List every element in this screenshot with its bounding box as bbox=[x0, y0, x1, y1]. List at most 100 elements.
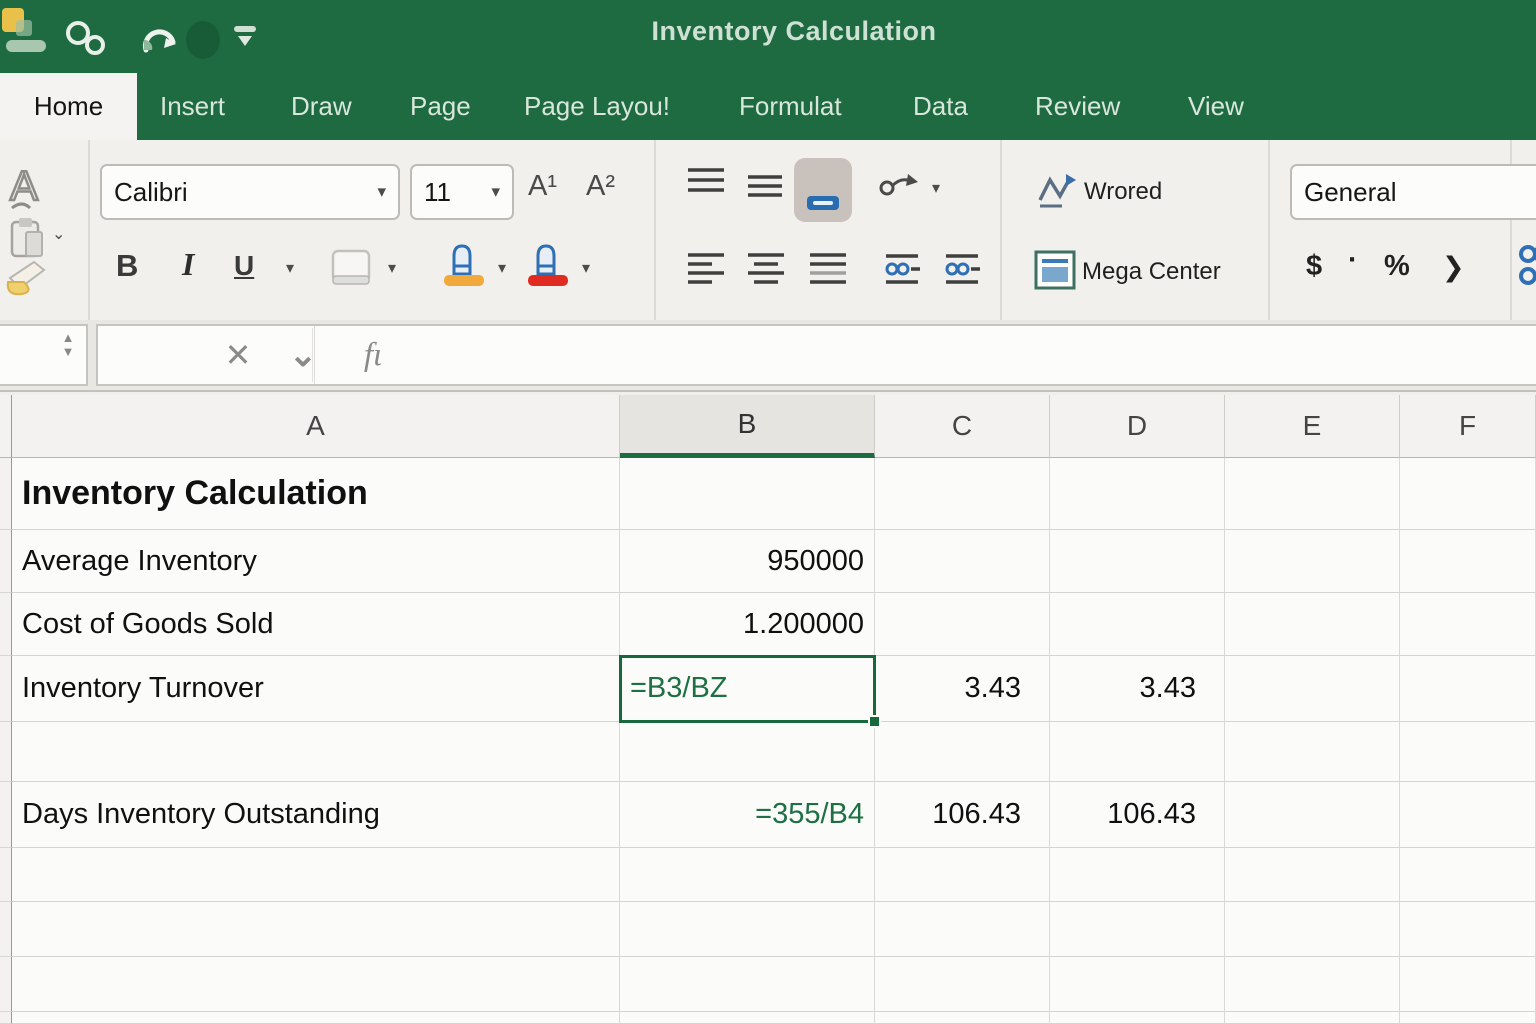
cancel-icon[interactable]: ✕ bbox=[208, 326, 268, 384]
merge-center-icon[interactable] bbox=[1034, 250, 1076, 290]
cell-E6[interactable] bbox=[1225, 782, 1400, 848]
column-header-C[interactable]: C bbox=[875, 395, 1050, 458]
tab-view[interactable]: View bbox=[1188, 73, 1244, 140]
cell-C2[interactable] bbox=[875, 530, 1050, 593]
row-header-2[interactable] bbox=[0, 530, 12, 593]
increase-indent-icon[interactable] bbox=[944, 252, 982, 288]
cell-B6[interactable]: =355/B4 bbox=[620, 782, 875, 848]
wrap-text-icon[interactable] bbox=[1036, 170, 1080, 210]
cell-E5[interactable] bbox=[1225, 722, 1400, 782]
name-box-spinner[interactable]: ▲ ▼ bbox=[58, 331, 78, 359]
row-header-5[interactable] bbox=[0, 722, 12, 782]
more-formats-icon[interactable]: ❯ bbox=[1442, 252, 1465, 283]
merge-center-label[interactable]: Mega Center bbox=[1082, 258, 1221, 286]
decrease-font-icon[interactable]: A² bbox=[586, 170, 615, 203]
align-right-icon[interactable] bbox=[808, 252, 848, 286]
styles-pen-icon[interactable]: A bbox=[8, 162, 52, 212]
cell-E7[interactable] bbox=[1225, 848, 1400, 902]
cell-A8[interactable] bbox=[12, 902, 620, 957]
cell-E2[interactable] bbox=[1225, 530, 1400, 593]
fill-color-icon[interactable] bbox=[440, 244, 490, 290]
tab-page-layou-[interactable]: Page Layou! bbox=[524, 73, 670, 140]
tab-review[interactable]: Review bbox=[1035, 73, 1120, 140]
enter-icon[interactable]: ⌄ bbox=[273, 326, 333, 384]
row-header-8[interactable] bbox=[0, 902, 12, 957]
cell-D9[interactable] bbox=[1050, 957, 1225, 1012]
cell-B2[interactable]: 950000 bbox=[620, 530, 875, 593]
bold-button[interactable]: B bbox=[116, 248, 138, 284]
cell-C9[interactable] bbox=[875, 957, 1050, 1012]
cell-C7[interactable] bbox=[875, 848, 1050, 902]
cell-C3[interactable] bbox=[875, 593, 1050, 656]
cell-B10[interactable] bbox=[620, 1012, 875, 1024]
cell-F7[interactable] bbox=[1400, 848, 1536, 902]
formula-input-area[interactable]: ✕ ⌄ fι bbox=[96, 324, 1536, 386]
increase-decimal-icon[interactable] bbox=[1518, 244, 1536, 288]
borders-icon[interactable] bbox=[330, 248, 372, 288]
italic-button[interactable]: I bbox=[182, 246, 194, 283]
cell-B5[interactable] bbox=[620, 722, 875, 782]
cell-D4[interactable]: 3.43 bbox=[1050, 656, 1225, 722]
cell-B9[interactable] bbox=[620, 957, 875, 1012]
cell-F8[interactable] bbox=[1400, 902, 1536, 957]
tab-home[interactable]: Home bbox=[0, 73, 137, 140]
select-all-corner[interactable] bbox=[0, 395, 12, 458]
column-header-D[interactable]: D bbox=[1050, 395, 1225, 458]
cell-B7[interactable] bbox=[620, 848, 875, 902]
align-middle-icon[interactable] bbox=[746, 174, 784, 202]
cell-F4[interactable] bbox=[1400, 656, 1536, 722]
cell-A4[interactable]: Inventory Turnover bbox=[12, 656, 620, 722]
align-left-icon[interactable] bbox=[686, 252, 726, 286]
cell-A2[interactable]: Average Inventory bbox=[12, 530, 620, 593]
cell-A7[interactable] bbox=[12, 848, 620, 902]
tab-data[interactable]: Data bbox=[913, 73, 968, 140]
cell-D1[interactable] bbox=[1050, 458, 1225, 530]
underline-button[interactable]: U bbox=[234, 250, 254, 282]
row-header-7[interactable] bbox=[0, 848, 12, 902]
tab-page[interactable]: Page bbox=[410, 73, 471, 140]
orientation-icon[interactable] bbox=[878, 170, 922, 200]
cell-C10[interactable] bbox=[875, 1012, 1050, 1024]
cell-E9[interactable] bbox=[1225, 957, 1400, 1012]
cell-A5[interactable] bbox=[12, 722, 620, 782]
cell-D5[interactable] bbox=[1050, 722, 1225, 782]
cell-A9[interactable] bbox=[12, 957, 620, 1012]
row-header-3[interactable] bbox=[0, 593, 12, 656]
cell-B8[interactable] bbox=[620, 902, 875, 957]
fill-handle[interactable] bbox=[868, 715, 881, 728]
tab-draw[interactable]: Draw bbox=[291, 73, 352, 140]
cell-E10[interactable] bbox=[1225, 1012, 1400, 1024]
font-size-select[interactable]: 11 ▾ bbox=[410, 164, 514, 220]
name-box[interactable]: ▲ ▼ bbox=[0, 324, 88, 386]
font-color-dropdown-icon[interactable]: ▾ bbox=[582, 258, 590, 278]
cell-F1[interactable] bbox=[1400, 458, 1536, 530]
cell-D6[interactable]: 106.43 bbox=[1050, 782, 1225, 848]
cell-D3[interactable] bbox=[1050, 593, 1225, 656]
row-header-10[interactable] bbox=[0, 1012, 12, 1024]
cell-F6[interactable] bbox=[1400, 782, 1536, 848]
cell-D7[interactable] bbox=[1050, 848, 1225, 902]
align-bottom-button-selected[interactable] bbox=[794, 158, 852, 222]
insert-function-icon[interactable]: fι bbox=[340, 326, 406, 384]
row-header-9[interactable] bbox=[0, 957, 12, 1012]
row-header-4[interactable] bbox=[0, 656, 12, 722]
cell-E8[interactable] bbox=[1225, 902, 1400, 957]
column-header-B[interactable]: B bbox=[620, 395, 875, 458]
column-header-A[interactable]: A bbox=[12, 395, 620, 458]
currency-format-icon[interactable]: $ bbox=[1306, 250, 1322, 283]
underline-dropdown-icon[interactable]: ▾ bbox=[286, 258, 294, 278]
cell-F3[interactable] bbox=[1400, 593, 1536, 656]
row-header-6[interactable] bbox=[0, 782, 12, 848]
tab-formulat[interactable]: Formulat bbox=[739, 73, 842, 140]
cell-C4[interactable]: 3.43 bbox=[875, 656, 1050, 722]
row-header-1[interactable] bbox=[0, 458, 12, 530]
borders-dropdown-icon[interactable]: ▾ bbox=[388, 258, 396, 278]
cell-B1[interactable] bbox=[620, 458, 875, 530]
cell-E3[interactable] bbox=[1225, 593, 1400, 656]
comma-format-icon[interactable]: · bbox=[1348, 244, 1358, 277]
cell-C6[interactable]: 106.43 bbox=[875, 782, 1050, 848]
cell-D8[interactable] bbox=[1050, 902, 1225, 957]
cell-F9[interactable] bbox=[1400, 957, 1536, 1012]
fill-color-dropdown-icon[interactable]: ▾ bbox=[498, 258, 506, 278]
cell-D2[interactable] bbox=[1050, 530, 1225, 593]
